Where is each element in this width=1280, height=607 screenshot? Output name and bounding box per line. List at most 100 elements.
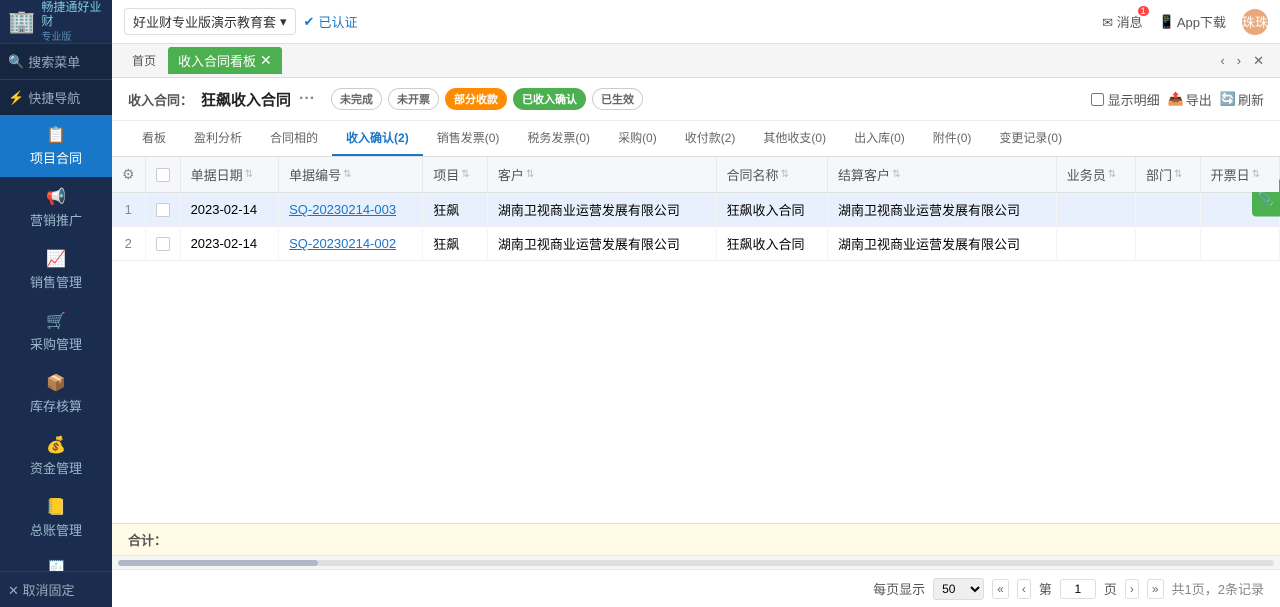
th-dept: 部门⇅: [1135, 157, 1200, 193]
subtab-9[interactable]: 出入库(0): [840, 121, 919, 156]
notif-count: 1: [1138, 6, 1149, 16]
sidebar-item-general[interactable]: 📒总账管理: [0, 487, 112, 549]
refresh-icon: 🔄: [1220, 91, 1236, 107]
row-customer-0: 湖南卫视商业运营发展有限公司: [487, 193, 716, 227]
tab-nav: ‹ › ✕: [1216, 51, 1268, 71]
row-number-1[interactable]: SQ-20230214-002: [279, 227, 423, 261]
subtab-10[interactable]: 附件(0): [919, 121, 986, 156]
horizontal-scrollbar[interactable]: [112, 555, 1280, 569]
status-btn-2[interactable]: 部分收款: [445, 88, 507, 110]
row-cb-0[interactable]: [145, 193, 180, 227]
scrollbar-thumb[interactable]: [118, 560, 318, 566]
message-button[interactable]: ✉ 1 消息: [1102, 12, 1143, 31]
subtab-8[interactable]: 其他收支(0): [749, 121, 840, 156]
sidebar-icon-invoice: 🧾: [46, 559, 66, 571]
cert-badge: ✔ 已认证: [304, 12, 358, 31]
subtab-6[interactable]: 采购(0): [604, 121, 671, 156]
subtab-0[interactable]: 看板: [128, 121, 180, 156]
subtab-2[interactable]: 合同相的: [256, 121, 332, 156]
per-page-select[interactable]: 50 20 100: [933, 578, 984, 600]
sidebar-label-capital: 资金管理: [30, 458, 82, 477]
sidebar-item-marketing[interactable]: 📢营销推广: [0, 177, 112, 239]
sort-salesman-icon[interactable]: ⇅: [1108, 169, 1116, 180]
unpin-button[interactable]: ✕ 取消固定: [0, 572, 112, 607]
refresh-button[interactable]: 🔄 刷新: [1220, 90, 1264, 109]
subtab-5[interactable]: 税务发票(0): [513, 121, 604, 156]
more-options-button[interactable]: ···: [299, 90, 315, 108]
prev-page-button[interactable]: ‹: [1017, 579, 1031, 599]
row-open-date-1: [1200, 227, 1279, 261]
quick-nav-icon: ⚡: [8, 90, 24, 106]
select-all-checkbox[interactable]: [156, 168, 170, 182]
table-row[interactable]: 1 2023-02-14 SQ-20230214-003 狂飙 湖南卫视商业运营…: [112, 193, 1280, 227]
table-wrapper[interactable]: ⚙ 单据日期⇅ 单据编号⇅ 项目⇅ 客户⇅ 合同名称⇅ 结算客户⇅ 业务员⇅ 部…: [112, 157, 1280, 523]
sidebar-item-purchase[interactable]: 🛒采购管理: [0, 301, 112, 363]
app-download-label: App下载: [1177, 12, 1226, 31]
tab-close-icon[interactable]: ✕: [260, 52, 272, 69]
topbar-left: 好业财专业版演示教育套 ▾ ✔ 已认证: [124, 8, 357, 35]
app-download-button[interactable]: 📱 App下载: [1159, 12, 1226, 31]
table-row[interactable]: 2 2023-02-14 SQ-20230214-002 狂飙 湖南卫视商业运营…: [112, 227, 1280, 261]
sidebar-item-inventory[interactable]: 📦库存核算: [0, 363, 112, 425]
first-page-button[interactable]: «: [992, 579, 1009, 599]
export-button[interactable]: 📤 导出: [1168, 90, 1212, 109]
sort-result-customer-icon[interactable]: ⇅: [892, 169, 900, 180]
status-btn-1[interactable]: 未开票: [388, 88, 439, 110]
export-icon: 📤: [1168, 91, 1184, 107]
settings-icon[interactable]: ⚙: [122, 166, 135, 182]
show-detail-toggle[interactable]: 显示明细: [1091, 90, 1160, 109]
sidebar-icon-capital: 💰: [46, 435, 66, 455]
last-page-button[interactable]: »: [1147, 579, 1164, 599]
tab-nav-right[interactable]: ›: [1233, 51, 1245, 71]
sort-open-date-icon[interactable]: ⇅: [1252, 169, 1260, 180]
row-contract-1: 狂飙收入合同: [716, 227, 828, 261]
sidebar-icon-general: 📒: [46, 497, 66, 517]
next-page-button[interactable]: ›: [1125, 579, 1139, 599]
logo-icon: 🏢: [8, 9, 35, 35]
avatar[interactable]: 珠珠: [1242, 9, 1268, 35]
row-num-0: 1: [112, 193, 145, 227]
row-result-customer-0: 湖南卫视商业运营发展有限公司: [828, 193, 1057, 227]
row-number-0[interactable]: SQ-20230214-003: [279, 193, 423, 227]
row-cb-1[interactable]: [145, 227, 180, 261]
row-contract-0: 狂飙收入合同: [716, 193, 828, 227]
page-header-right: 显示明细 📤 导出 🔄 刷新: [1091, 90, 1264, 109]
sidebar-quick-nav[interactable]: ⚡ 快捷导航: [0, 79, 112, 115]
sort-dept-icon[interactable]: ⇅: [1174, 169, 1182, 180]
tab-nav-close[interactable]: ✕: [1249, 51, 1268, 71]
subtab-3[interactable]: 收入确认(2): [332, 121, 423, 156]
sidebar-icon-sales: 📈: [46, 249, 66, 269]
sidebar-item-capital[interactable]: 💰 资金管理: [0, 425, 112, 487]
th-result-customer: 结算客户⇅: [828, 157, 1057, 193]
th-project: 项目⇅: [423, 157, 488, 193]
sort-contract-icon[interactable]: ⇅: [781, 169, 789, 180]
sort-date-icon[interactable]: ⇅: [245, 169, 253, 180]
subtab-4[interactable]: 销售发票(0): [423, 121, 514, 156]
content: 收入合同： 狂飙收入合同 ··· 未完成未开票部分收款已收入确认已生效 显示明细…: [112, 78, 1280, 607]
status-btn-3[interactable]: 已收入确认: [513, 88, 586, 110]
sidebar-item-sales[interactable]: 📈销售管理: [0, 239, 112, 301]
active-tab[interactable]: 收入合同看板 ✕: [168, 47, 282, 74]
sidebar-label-inventory: 库存核算: [30, 396, 82, 415]
sort-project-icon[interactable]: ⇅: [461, 169, 469, 180]
subtab-7[interactable]: 收付款(2): [671, 121, 750, 156]
data-table: ⚙ 单据日期⇅ 单据编号⇅ 项目⇅ 客户⇅ 合同名称⇅ 结算客户⇅ 业务员⇅ 部…: [112, 157, 1280, 261]
tab-nav-left[interactable]: ‹: [1216, 51, 1228, 71]
company-selector[interactable]: 好业财专业版演示教育套 ▾: [124, 8, 296, 35]
subtab-11[interactable]: 变更记录(0): [985, 121, 1076, 156]
home-tab[interactable]: 首页: [124, 48, 164, 73]
sidebar-search[interactable]: 🔍 搜索菜单: [0, 44, 112, 79]
sort-number-icon[interactable]: ⇅: [343, 169, 351, 180]
subtab-1[interactable]: 盈利分析: [180, 121, 256, 156]
sidebar-item-invoice[interactable]: 🧾发票管理: [0, 549, 112, 571]
sidebar-item-project[interactable]: 📋项目合同: [0, 115, 112, 177]
sidebar-icon-purchase: 🛒: [46, 311, 66, 331]
main-area: 好业财专业版演示教育套 ▾ ✔ 已认证 ✉ 1 消息 📱 App下载 珠珠: [112, 0, 1280, 607]
status-btn-0[interactable]: 未完成: [331, 88, 382, 110]
page-input[interactable]: [1060, 579, 1096, 599]
topbar-right: ✉ 1 消息 📱 App下载 珠珠: [1102, 9, 1268, 35]
show-detail-checkbox[interactable]: [1091, 93, 1104, 106]
th-gear[interactable]: ⚙: [112, 157, 145, 193]
status-btn-4[interactable]: 已生效: [592, 88, 643, 110]
sort-customer-icon[interactable]: ⇅: [526, 169, 534, 180]
